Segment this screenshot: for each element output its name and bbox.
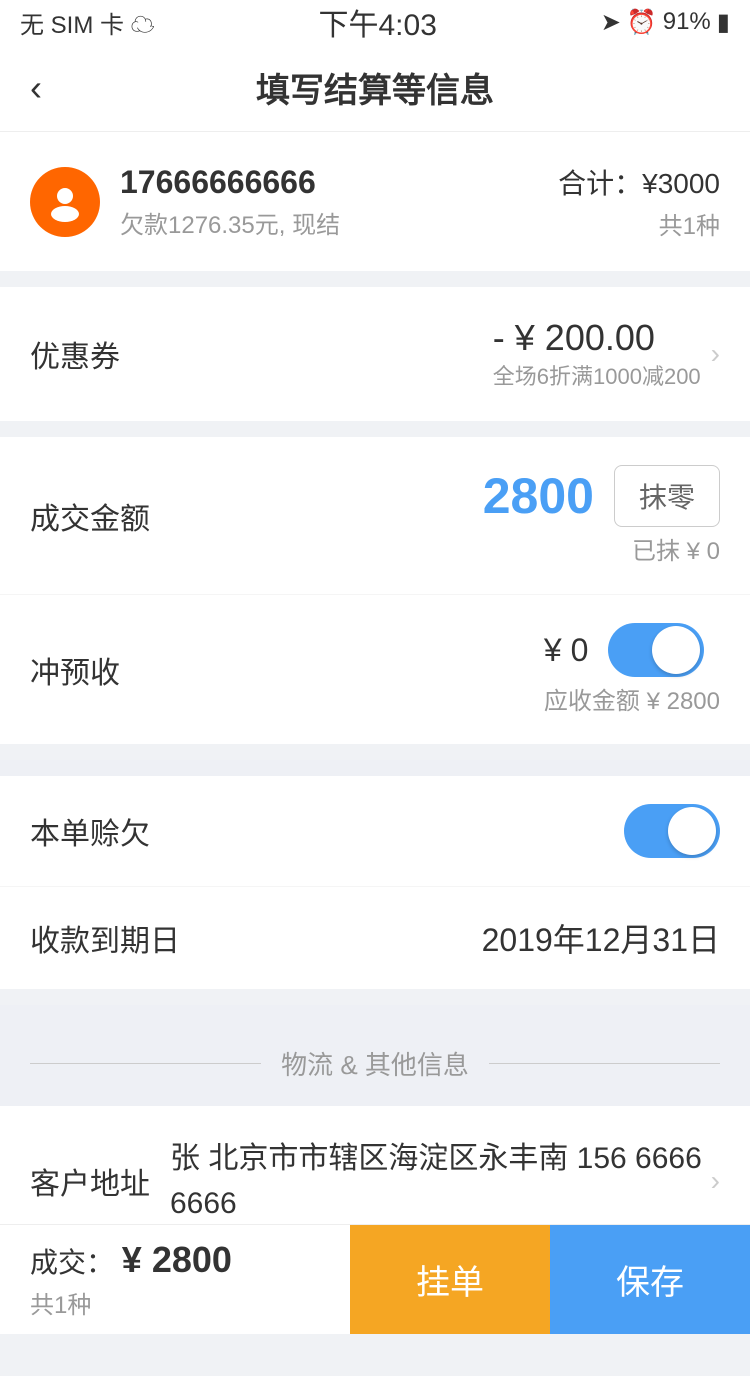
bottom-count: 共1种: [30, 1285, 320, 1320]
eraze-sub-text: 已抹 ¥ 0: [483, 531, 720, 566]
customer-debt: 欠款1276.35元, 现结: [120, 205, 340, 240]
save-button[interactable]: 保存: [550, 1225, 750, 1334]
transaction-amount: 2800: [483, 467, 594, 525]
amount-label: 成交金额: [30, 494, 150, 538]
page-title: 填写结算等信息: [256, 63, 494, 112]
logistics-label: 物流 & 其他信息: [281, 1045, 469, 1082]
customer-phone: 17666666666: [120, 164, 340, 201]
address-value: 张 北京市市辖区海淀区永丰南 156 6666 6666: [170, 1136, 711, 1226]
amount-row: 成交金额 2800 抹零 已抹 ¥ 0: [0, 437, 750, 595]
customer-count: 共1种: [558, 206, 720, 241]
bottom-summary: 成交： ¥ 2800 共1种: [0, 1225, 350, 1334]
coupon-amount: - ¥ 200.00: [493, 317, 701, 359]
battery-label: 91%: [663, 8, 711, 36]
avatar: [30, 167, 100, 237]
bottom-summary-label: 成交：: [30, 1247, 114, 1278]
hang-button[interactable]: 挂单: [350, 1225, 550, 1334]
due-date-row: 收款到期日 2019年12月31日: [0, 887, 750, 989]
back-button[interactable]: ‹: [30, 67, 42, 109]
toggle-thumb: [652, 626, 700, 674]
prepay-toggle[interactable]: [608, 623, 704, 677]
customer-total: 合计：¥3000: [558, 162, 720, 202]
nav-bar: ‹ 填写结算等信息: [0, 44, 750, 132]
status-bar: 无 SIM 卡 ☁ 下午4:03 ➤ ⏰ 91% ▮: [0, 0, 750, 44]
status-time: 下午4:03: [319, 0, 437, 44]
separator-2: [0, 1005, 750, 1021]
eraze-button[interactable]: 抹零: [614, 465, 720, 527]
chevron-right-icon: ›: [711, 338, 720, 370]
address-label: 客户地址: [30, 1159, 150, 1203]
due-date-label: 收款到期日: [30, 916, 180, 960]
separator: [0, 760, 750, 776]
coupon-desc: 全场6折满1000减200: [493, 359, 701, 391]
prepay-amount: ¥ 0: [544, 632, 588, 669]
debt-section: 本单赊欠 收款到期日 2019年12月31日: [0, 776, 750, 989]
content: 17666666666 欠款1276.35元, 现结 合计：¥3000 共1种 …: [0, 132, 750, 1376]
debt-toggle[interactable]: [624, 804, 720, 858]
status-right: ➤ ⏰ 91% ▮: [601, 8, 730, 37]
sim-label: 无 SIM 卡 ☁: [20, 5, 155, 40]
address-chevron-icon: ›: [711, 1165, 720, 1197]
due-date-value: 2019年12月31日: [482, 915, 720, 961]
debt-row: 本单赊欠: [0, 776, 750, 887]
location-icon: ➤: [601, 8, 621, 37]
debt-label: 本单赊欠: [30, 809, 150, 853]
status-left: 无 SIM 卡 ☁: [20, 5, 155, 40]
customer-card: 17666666666 欠款1276.35元, 现结 合计：¥3000 共1种: [0, 132, 750, 271]
coupon-row[interactable]: 优惠券 - ¥ 200.00 全场6折满1000减200 ›: [0, 287, 750, 421]
divider-line-left: [30, 1063, 261, 1064]
transaction-section: 成交金额 2800 抹零 已抹 ¥ 0 冲预收 ¥ 0 应收金额 ¥ 2800: [0, 437, 750, 744]
bottom-summary-amount: ¥ 2800: [122, 1239, 232, 1280]
clock-icon: ⏰: [627, 8, 657, 37]
prepay-label: 冲预收: [30, 648, 120, 692]
logistics-divider: 物流 & 其他信息: [0, 1021, 750, 1106]
divider-line-right: [489, 1063, 720, 1064]
battery-icon: ▮: [717, 8, 730, 37]
prepay-sub-text: 应收金额 ¥ 2800: [544, 681, 720, 716]
bottom-bar: 成交： ¥ 2800 共1种 挂单 保存: [0, 1224, 750, 1334]
debt-toggle-thumb: [668, 807, 716, 855]
prepay-row: 冲预收 ¥ 0 应收金额 ¥ 2800: [0, 595, 750, 744]
coupon-label: 优惠券: [30, 332, 120, 376]
